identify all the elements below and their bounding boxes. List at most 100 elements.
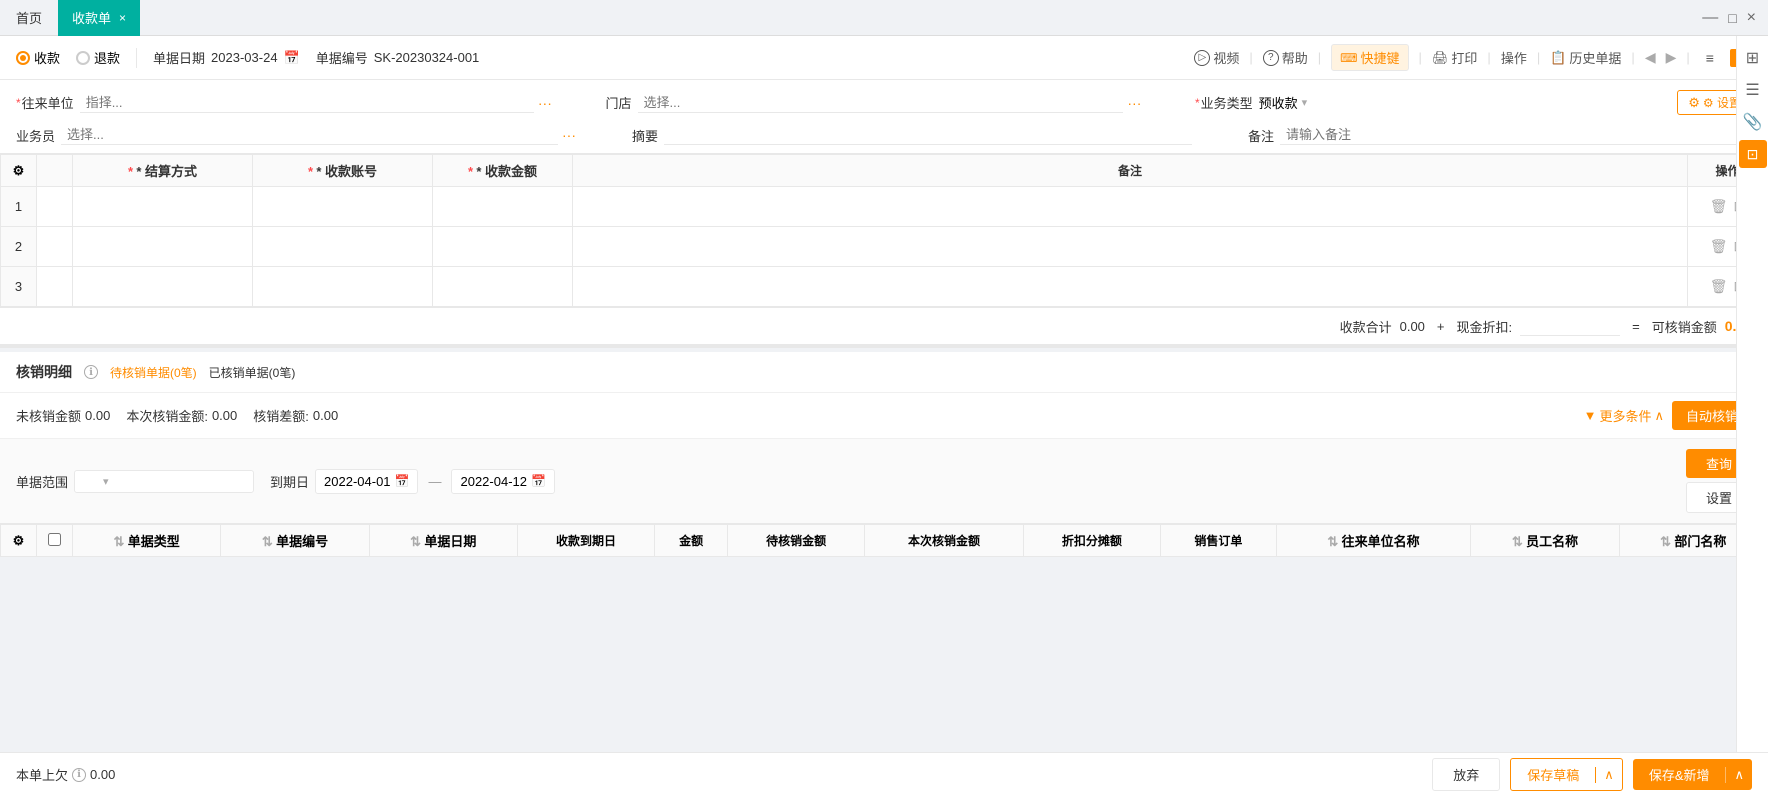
shortcut-btn[interactable]: ⌨ 快捷键 — [1331, 44, 1408, 71]
due-date-field: 到期日 2022-04-01 📅 — 2022-04-12 📅 — [270, 469, 555, 494]
date-to-picker[interactable]: 2022-04-12 📅 — [451, 469, 554, 494]
maximize-btn[interactable]: □ — [1728, 10, 1736, 26]
discount-input[interactable] — [1520, 316, 1620, 336]
view-list-btn[interactable]: ≡ — [1700, 48, 1720, 68]
rp-icon-1[interactable]: ⊞ — [1739, 44, 1767, 72]
tab-active[interactable]: 收款单 × — [58, 0, 140, 36]
date-from-value: 2022-04-01 — [324, 474, 391, 489]
row-2-delete-icon[interactable]: 🗑 — [1710, 238, 1728, 255]
footer-right: 放弃 保存草稿 ∧ 保存&新增 ∧ — [1432, 758, 1752, 791]
row-3-pay-method[interactable] — [73, 267, 253, 307]
radio-receipt[interactable]: 收款 — [16, 48, 60, 67]
row-1-delete-icon[interactable]: 🗑 — [1710, 198, 1728, 215]
due-label: 到期日 — [270, 472, 309, 491]
unchecked-amount: 未核销金额 0.00 — [16, 406, 110, 425]
tab-close-icon[interactable]: × — [119, 11, 126, 25]
bt-col-partner: ⇅ 往来单位名称 — [1276, 525, 1471, 557]
rp-icon-3[interactable]: 📎 — [1739, 108, 1767, 136]
close-btn[interactable]: × — [1747, 9, 1756, 27]
row-3-account[interactable] — [253, 267, 433, 307]
range-select[interactable]: ▾ — [74, 470, 254, 493]
bt-col-sales: 销售订单 — [1160, 525, 1276, 557]
row-2-account[interactable] — [253, 227, 433, 267]
nav-right[interactable]: ▶ — [1666, 49, 1677, 66]
current-amount: 本次核销金额: 0.00 — [126, 406, 237, 425]
calendar-icon[interactable]: 📅 — [284, 50, 300, 66]
row-1-remark[interactable] — [573, 187, 1688, 227]
row-2-remark[interactable] — [573, 227, 1688, 267]
diff-value: 0.00 — [313, 408, 338, 423]
col-account: * * 收款账号 — [253, 155, 433, 187]
abandon-btn[interactable]: 放弃 — [1432, 758, 1500, 791]
bt-col-checkbox[interactable] — [37, 525, 73, 557]
col-remark: 备注 — [573, 155, 1688, 187]
done-tab[interactable]: 已核销单据(0笔) — [209, 364, 296, 381]
bottom-table: ⚙ ⇅ 单据类型 ⇅ 单据编号 ⇅ 单据日期 收款到期日 金额 待核销金额 本次… — [0, 524, 1768, 557]
doc-num-label: 单据编号 — [316, 48, 368, 67]
help-btn[interactable]: ? 帮助 — [1263, 48, 1308, 67]
partner-input[interactable] — [80, 93, 534, 113]
biz-type-select[interactable]: 预收款 ▾ — [1259, 93, 1624, 112]
unchecked-value: 0.00 — [85, 408, 110, 423]
store-input[interactable] — [638, 93, 1124, 113]
range-chevron-icon: ▾ — [103, 475, 109, 488]
col-gear[interactable]: ⚙ — [1, 155, 37, 187]
history-btn[interactable]: 📋 历史单据 — [1550, 48, 1621, 67]
diff-amount: 核销差额: 0.00 — [253, 406, 338, 425]
print-btn[interactable]: 🖨 打印 — [1432, 48, 1478, 67]
equals-sign: = — [1632, 319, 1640, 334]
save-new-btn[interactable]: 保存&新增 ∧ — [1633, 759, 1752, 790]
radio-refund-label: 退款 — [94, 48, 120, 67]
minimize-btn[interactable]: — — [1702, 9, 1718, 27]
done-tab-label: 已核销单据(0笔) — [209, 364, 296, 381]
verification-header: 核销明细 ℹ 待核销单据(0笔) 已核销单据(0笔) — [0, 352, 1768, 393]
toolbar: 收款 退款 单据日期 2023-03-24 📅 单据编号 SK-20230324… — [0, 36, 1768, 80]
unchecked-label: 未核销金额 — [16, 406, 81, 425]
pending-tab-label: 待核销单据(0笔) — [110, 364, 197, 381]
rp-icon-4[interactable]: ⊡ — [1739, 140, 1767, 168]
partner-more-icon[interactable]: ··· — [538, 95, 552, 111]
row-1-empty — [37, 187, 73, 227]
range-label: 单据范围 — [16, 472, 68, 491]
row-2-amount[interactable] — [433, 227, 573, 267]
date-from-icon: 📅 — [395, 474, 410, 488]
row-3-remark[interactable] — [573, 267, 1688, 307]
more-conditions-btn[interactable]: ▼ 更多条件 ∧ — [1584, 406, 1664, 425]
bt-col-discount: 折扣分摊额 — [1023, 525, 1160, 557]
video-btn[interactable]: ▷ 视频 — [1194, 48, 1239, 67]
radio-refund[interactable]: 退款 — [76, 48, 120, 67]
this-order-label: 本单上欠 — [16, 765, 68, 784]
remark-input[interactable] — [1280, 125, 1752, 145]
row-1-account[interactable] — [253, 187, 433, 227]
date-value[interactable]: 2023-03-24 — [211, 50, 278, 65]
bt-col-current: 本次核销金额 — [865, 525, 1024, 557]
info-icon[interactable]: ℹ — [84, 365, 98, 379]
col-pay-method: * * 结算方式 — [73, 155, 253, 187]
row-3-empty — [37, 267, 73, 307]
save-draft-btn[interactable]: 保存草稿 ∧ — [1510, 758, 1623, 791]
bt-col-gear[interactable]: ⚙ — [1, 525, 37, 557]
row-1-pay-method[interactable] — [73, 187, 253, 227]
staff-input[interactable] — [61, 125, 558, 145]
chevron-down-icon: ▾ — [1302, 96, 1308, 109]
summary-input[interactable] — [664, 125, 1192, 145]
table-row: 1 🗑 ⊞ — [1, 187, 1768, 227]
bt-col-pending: 待核销金额 — [728, 525, 865, 557]
staff-more-icon[interactable]: ··· — [562, 127, 576, 143]
doc-num-value: SK-20230324-001 — [374, 50, 480, 65]
pending-tab[interactable]: 待核销单据(0笔) — [110, 364, 197, 381]
rp-icon-2[interactable]: ☰ — [1739, 76, 1767, 104]
nav-left[interactable]: ◀ — [1645, 49, 1656, 66]
footer-info-icon[interactable]: ℹ — [72, 768, 86, 782]
row-3-delete-icon[interactable]: 🗑 — [1710, 278, 1728, 295]
tab-home[interactable]: 首页 — [0, 0, 58, 35]
summary-label: 摘要 — [632, 126, 658, 145]
row-1-amount[interactable] — [433, 187, 573, 227]
discount-label: 现金折扣: — [1457, 317, 1513, 336]
store-more-icon[interactable]: ··· — [1127, 95, 1141, 111]
row-2-pay-method[interactable] — [73, 227, 253, 267]
date-from-picker[interactable]: 2022-04-01 📅 — [315, 469, 418, 494]
col-amount: * * 收款金额 — [433, 155, 573, 187]
row-3-amount[interactable] — [433, 267, 573, 307]
ops-btn[interactable]: 操作 — [1501, 48, 1527, 67]
